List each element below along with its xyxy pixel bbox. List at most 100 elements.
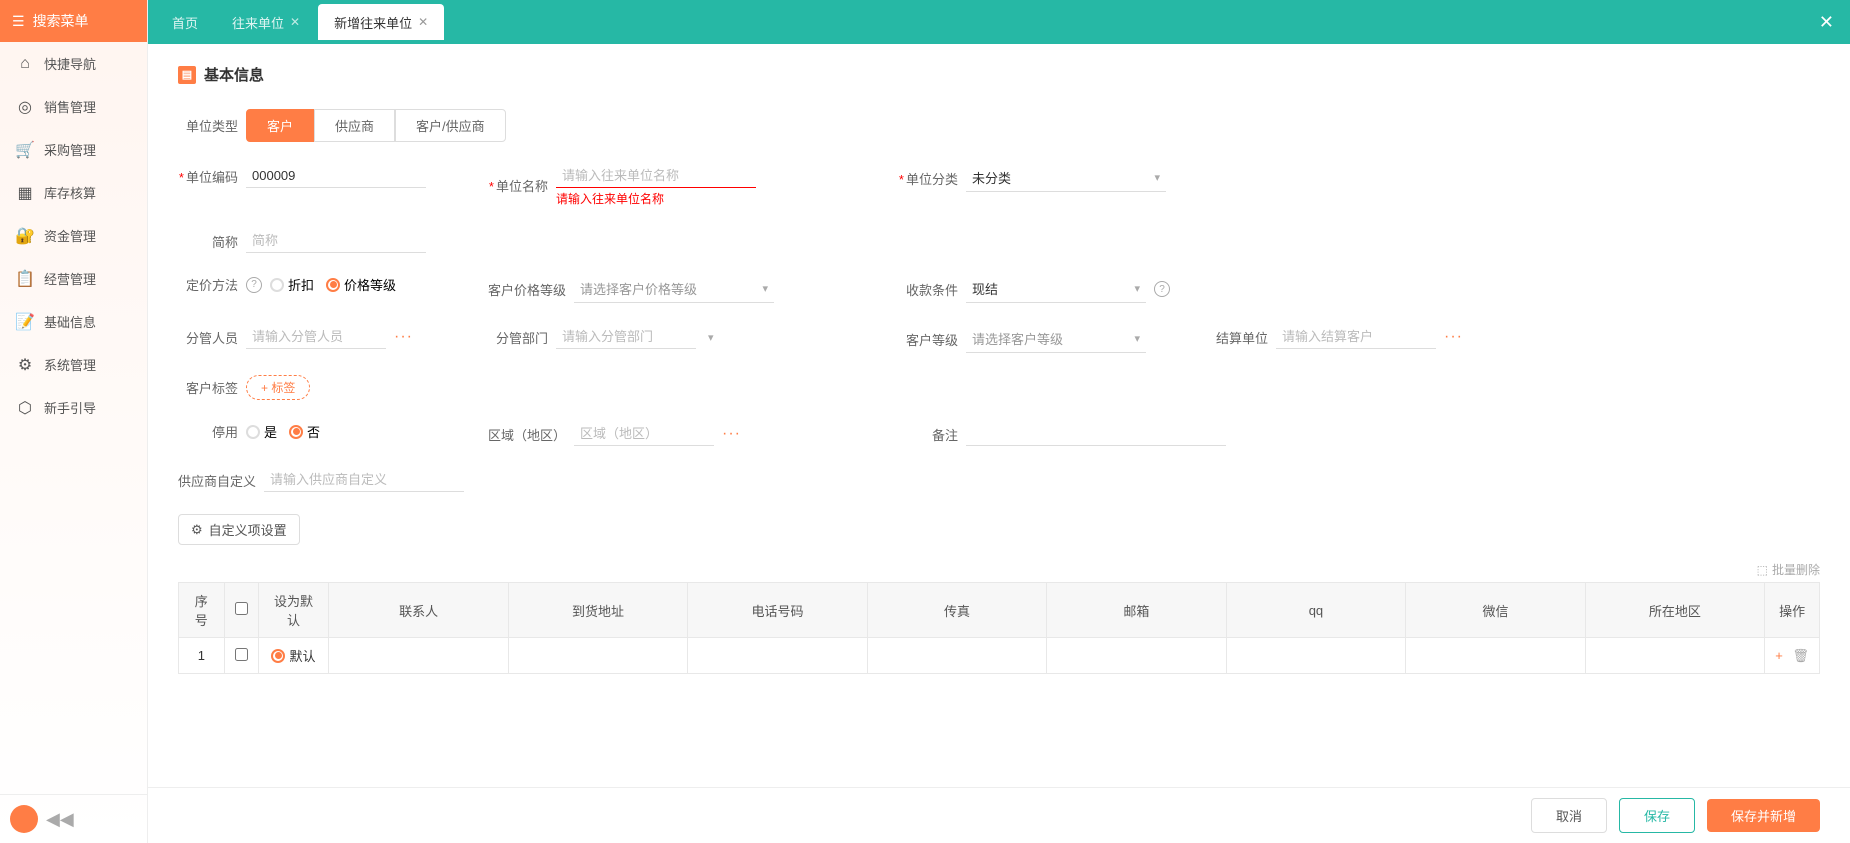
yes-radio[interactable] xyxy=(246,425,260,439)
dept-input[interactable] xyxy=(556,325,696,349)
disabled-field: 停用 是 否 xyxy=(178,422,458,441)
type-btn-supplier[interactable]: 供应商 xyxy=(314,109,395,142)
unit-name-input[interactable] xyxy=(556,164,756,188)
address-input[interactable] xyxy=(519,648,677,663)
row-wechat[interactable] xyxy=(1406,638,1585,674)
wechat-input[interactable] xyxy=(1416,648,1574,663)
phone-input[interactable] xyxy=(698,648,856,663)
pricing-price-level[interactable]: 价格等级 xyxy=(326,275,396,294)
pricing-help-icon[interactable]: ? xyxy=(246,277,262,293)
search-icon: ☰ xyxy=(12,13,25,30)
customer-price-select[interactable]: 请选择客户价格等级 ▾ xyxy=(574,275,774,303)
tab-partners[interactable]: 往来单位 ✕ xyxy=(216,4,316,40)
row-check[interactable] xyxy=(224,638,258,674)
default-radio[interactable] xyxy=(271,649,285,663)
add-tag-button[interactable]: + 标签 xyxy=(246,375,310,400)
settlement-input[interactable] xyxy=(1276,325,1436,349)
row-phone[interactable] xyxy=(688,638,867,674)
remark-input[interactable] xyxy=(966,422,1226,446)
contact-input[interactable] xyxy=(339,648,497,663)
supplier-custom-input[interactable] xyxy=(264,468,464,492)
fax-input[interactable] xyxy=(878,648,1036,663)
email-input[interactable] xyxy=(1057,648,1215,663)
select-all-checkbox[interactable] xyxy=(235,602,248,615)
custom-settings-button[interactable]: ⚙ 自定义项设置 xyxy=(178,514,300,545)
dept-label: 分管部门 xyxy=(488,328,548,347)
pricing-discount[interactable]: 折扣 xyxy=(270,275,314,294)
sidebar-item-system[interactable]: ⚙ 系统管理 xyxy=(0,343,147,386)
payment-terms-select[interactable]: 现结 ▾ xyxy=(966,275,1146,303)
qq-input[interactable] xyxy=(1237,648,1396,663)
tab-bar: 首页 往来单位 ✕ 新增往来单位 ✕ ✕ xyxy=(148,0,1850,44)
type-btn-customer[interactable]: 客户 xyxy=(246,109,314,142)
save-button[interactable]: 保存 xyxy=(1619,798,1695,833)
tags-row: 客户标签 + 标签 xyxy=(178,375,1820,404)
manager-more-btn[interactable]: ··· xyxy=(394,328,413,346)
purchase-icon: 🛒 xyxy=(16,141,34,159)
discount-radio[interactable] xyxy=(270,278,284,292)
row-fax[interactable] xyxy=(867,638,1046,674)
region-more-btn[interactable]: ··· xyxy=(722,425,741,443)
row-qq[interactable] xyxy=(1226,638,1406,674)
row-email[interactable] xyxy=(1047,638,1226,674)
tab-home[interactable]: 首页 xyxy=(156,4,214,40)
row-contact[interactable] xyxy=(329,638,508,674)
row-location[interactable] xyxy=(1585,638,1764,674)
no-radio[interactable] xyxy=(289,425,303,439)
sidebar-item-operations[interactable]: 📋 经营管理 xyxy=(0,257,147,300)
sidebar-label: 快捷导航 xyxy=(44,54,96,73)
row-checkbox[interactable] xyxy=(235,648,248,661)
tab-close-partners[interactable]: ✕ xyxy=(290,16,300,28)
delete-row-btn[interactable]: 🗑 xyxy=(1792,648,1809,663)
cancel-button[interactable]: 取消 xyxy=(1531,798,1607,833)
search-label: 搜索菜单 xyxy=(33,11,89,31)
default-radio-item[interactable]: 默认 xyxy=(269,646,319,665)
payment-help-icon[interactable]: ? xyxy=(1154,281,1170,297)
close-all-tabs-icon[interactable]: ✕ xyxy=(1811,8,1842,37)
add-row-btn[interactable]: + xyxy=(1775,648,1783,663)
sidebar-item-stock[interactable]: ▦ 库存核算 xyxy=(0,171,147,214)
location-input[interactable] xyxy=(1596,648,1754,663)
sidebar-search[interactable]: ☰ 搜索菜单 xyxy=(0,0,147,42)
disabled-yes[interactable]: 是 xyxy=(246,422,277,441)
type-btn-both[interactable]: 客户/供应商 xyxy=(395,109,506,142)
sidebar-item-basic[interactable]: 📝 基础信息 xyxy=(0,300,147,343)
manager-label: 分管人员 xyxy=(178,328,238,347)
pricing-radio-group: 折扣 价格等级 xyxy=(270,275,396,294)
expand-icon: ◀◀ xyxy=(46,809,74,830)
sidebar-item-finance[interactable]: 🔐 资金管理 xyxy=(0,214,147,257)
sidebar: ☰ 搜索菜单 ⌂ 快捷导航 ◎ 销售管理 🛒 采购管理 ▦ 库存核算 🔐 资金管… xyxy=(0,0,148,843)
supplier-custom-field: 供应商自定义 xyxy=(178,468,558,492)
section-title: ▤ 基本信息 xyxy=(178,64,1820,85)
unit-code-input[interactable] xyxy=(246,164,426,188)
unit-category-label: 单位分类 xyxy=(898,169,958,188)
sidebar-item-guide[interactable]: ⬡ 新手引导 xyxy=(0,386,147,429)
sidebar-item-sales[interactable]: ◎ 销售管理 xyxy=(0,85,147,128)
col-wechat: 微信 xyxy=(1406,583,1585,638)
payment-terms-label: 收款条件 xyxy=(898,280,958,299)
row-address[interactable] xyxy=(508,638,687,674)
short-name-input[interactable] xyxy=(246,229,426,253)
settlement-more-btn[interactable]: ··· xyxy=(1444,328,1463,346)
sidebar-label: 系统管理 xyxy=(44,355,96,374)
manager-input[interactable] xyxy=(246,325,386,349)
price-level-radio[interactable] xyxy=(326,278,340,292)
save-new-button[interactable]: 保存并新增 xyxy=(1707,799,1820,832)
batch-delete-row[interactable]: ⬚ 批量删除 xyxy=(178,561,1820,578)
customer-level-select[interactable]: 请选择客户等级 ▾ xyxy=(966,325,1146,353)
tab-new-partner[interactable]: 新增往来单位 ✕ xyxy=(318,4,444,40)
sidebar-item-purchase[interactable]: 🛒 采购管理 xyxy=(0,128,147,171)
disabled-no[interactable]: 否 xyxy=(289,422,320,441)
unit-name-field: 单位名称 请输入往来单位名称 xyxy=(488,164,868,207)
batch-delete-icon: ⬚ xyxy=(1757,563,1768,577)
dept-field: 分管部门 ▾ xyxy=(488,325,868,349)
shortname-row: 简称 xyxy=(178,229,1820,257)
pricing-row: 定价方法 ? 折扣 价格等级 客户价格等级 xyxy=(178,275,1820,307)
sidebar-item-quick-nav[interactable]: ⌂ 快捷导航 xyxy=(0,42,147,85)
unit-category-select[interactable]: 未分类 ▾ xyxy=(966,164,1166,192)
region-input[interactable] xyxy=(574,422,714,446)
col-email: 邮箱 xyxy=(1047,583,1226,638)
tab-close-new-partner[interactable]: ✕ xyxy=(418,16,428,28)
row-default: 默认 xyxy=(258,638,329,674)
region-field: 区域（地区） ··· xyxy=(488,422,868,446)
